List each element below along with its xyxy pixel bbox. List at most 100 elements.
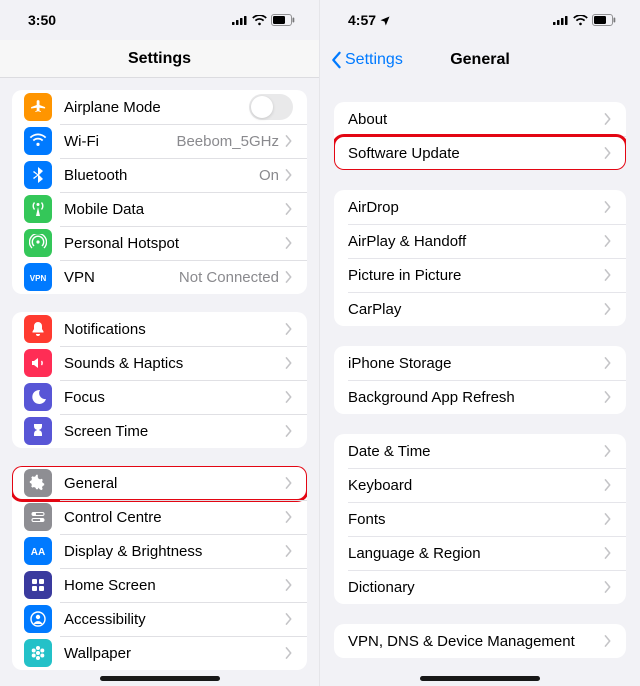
cellular-icon [232, 15, 248, 25]
row-label: Screen Time [64, 423, 285, 440]
row-label: Bluetooth [64, 167, 259, 184]
row-label: Focus [64, 389, 285, 406]
chevron-right-icon [285, 477, 293, 489]
chevron-right-icon [285, 237, 293, 249]
settings-row-vpn[interactable]: VPNVPNNot Connected [12, 260, 307, 294]
chevron-right-icon [604, 303, 612, 315]
status-indicators [553, 14, 616, 26]
row-label: Personal Hotspot [64, 235, 285, 252]
home-indicator[interactable] [420, 676, 540, 681]
row-value: Beebom_5GHz [176, 133, 279, 150]
row-label: Control Centre [64, 509, 285, 526]
home-indicator[interactable] [100, 676, 220, 681]
chevron-right-icon [285, 135, 293, 147]
chevron-right-icon [285, 545, 293, 557]
settings-row-iphone-storage[interactable]: iPhone Storage [334, 346, 626, 380]
settings-row-general[interactable]: General [12, 466, 307, 500]
settings-row-language-region[interactable]: Language & Region [334, 536, 626, 570]
settings-row-accessibility[interactable]: Accessibility [12, 602, 307, 636]
settings-row-sounds-haptics[interactable]: Sounds & Haptics [12, 346, 307, 380]
chevron-right-icon [604, 113, 612, 125]
chevron-right-icon [604, 201, 612, 213]
row-label: Home Screen [64, 577, 285, 594]
settings-row-airplane-mode[interactable]: Airplane Mode [12, 90, 307, 124]
airplane-icon [24, 93, 52, 121]
settings-row-wi-fi[interactable]: Wi-FiBeebom_5GHz [12, 124, 307, 158]
chevron-right-icon [604, 391, 612, 403]
row-label: AirPlay & Handoff [348, 233, 604, 250]
chevron-right-icon [604, 147, 612, 159]
settings-row-personal-hotspot[interactable]: Personal Hotspot [12, 226, 307, 260]
settings-row-home-screen[interactable]: Home Screen [12, 568, 307, 602]
location-icon [380, 16, 390, 26]
svg-text:AA: AA [31, 547, 45, 558]
nav-header: Settings [0, 40, 319, 78]
settings-row-display-brightness[interactable]: AA Display & Brightness [12, 534, 307, 568]
settings-row-fonts[interactable]: Fonts [334, 502, 626, 536]
chevron-right-icon [604, 445, 612, 457]
settings-group: Date & Time Keyboard Fonts Language & Regio… [334, 434, 626, 604]
row-label: Sounds & Haptics [64, 355, 285, 372]
row-label: Accessibility [64, 611, 285, 628]
status-bar: 3:50 [0, 0, 319, 40]
row-label: Fonts [348, 511, 604, 528]
general-list[interactable]: About Software Update AirDrop AirPlay & Han… [320, 80, 640, 686]
settings-row-screen-time[interactable]: Screen Time [12, 414, 307, 448]
settings-row-bluetooth[interactable]: BluetoothOn [12, 158, 307, 192]
settings-row-notifications[interactable]: Notifications [12, 312, 307, 346]
chevron-right-icon [604, 547, 612, 559]
chevron-right-icon [285, 323, 293, 335]
settings-row-date-time[interactable]: Date & Time [334, 434, 626, 468]
settings-row-picture-in-picture[interactable]: Picture in Picture [334, 258, 626, 292]
cellular-icon [553, 15, 569, 25]
row-label: Language & Region [348, 545, 604, 562]
settings-row-dictionary[interactable]: Dictionary [334, 570, 626, 604]
settings-row-mobile-data[interactable]: Mobile Data [12, 192, 307, 226]
settings-group: AirDrop AirPlay & Handoff Picture in Pictu… [334, 190, 626, 326]
back-label: Settings [345, 51, 403, 69]
vpn-icon: VPN [24, 263, 52, 291]
row-label: Background App Refresh [348, 389, 604, 406]
chevron-right-icon [604, 635, 612, 647]
settings-row-control-centre[interactable]: Control Centre [12, 500, 307, 534]
settings-row-focus[interactable]: Focus [12, 380, 307, 414]
row-label: Display & Brightness [64, 543, 285, 560]
settings-row-keyboard[interactable]: Keyboard [334, 468, 626, 502]
chevron-right-icon [285, 511, 293, 523]
status-indicators [232, 14, 295, 26]
row-label: Wi-Fi [64, 133, 176, 150]
back-button[interactable]: Settings [330, 51, 403, 69]
bluetooth-icon [24, 161, 52, 189]
settings-row-background-app-refresh[interactable]: Background App Refresh [334, 380, 626, 414]
settings-row-software-update[interactable]: Software Update [334, 136, 626, 170]
flower-icon [24, 639, 52, 667]
settings-row-carplay[interactable]: CarPlay [334, 292, 626, 326]
toggle-switch[interactable] [249, 94, 293, 120]
chevron-right-icon [604, 269, 612, 281]
settings-group: VPN, DNS & Device Management [334, 624, 626, 658]
chevron-right-icon [285, 647, 293, 659]
general-screen: 4:57 Settings General AboutSoftware Upda… [320, 0, 640, 686]
settings-row-airdrop[interactable]: AirDrop [334, 190, 626, 224]
row-value: On [259, 167, 279, 184]
chevron-right-icon [604, 479, 612, 491]
svg-text:VPN: VPN [30, 274, 47, 283]
row-label: Wallpaper [64, 645, 285, 662]
row-label: Software Update [348, 145, 604, 162]
settings-group: General Control Centre AA Display & Brightn… [12, 466, 307, 670]
aa-icon: AA [24, 537, 52, 565]
settings-row-wallpaper[interactable]: Wallpaper [12, 636, 307, 670]
chevron-right-icon [604, 357, 612, 369]
settings-group: About Software Update [334, 102, 626, 170]
settings-row-about[interactable]: About [334, 102, 626, 136]
battery-icon [271, 14, 295, 26]
settings-row-airplay-handoff[interactable]: AirPlay & Handoff [334, 224, 626, 258]
hourglass-icon [24, 417, 52, 445]
chevron-right-icon [604, 235, 612, 247]
row-label: Mobile Data [64, 201, 285, 218]
status-time: 4:57 [348, 12, 390, 28]
row-label: Keyboard [348, 477, 604, 494]
row-label: Picture in Picture [348, 267, 604, 284]
settings-list[interactable]: Airplane ModeWi-FiBeebom_5GHzBluetoothOn… [0, 78, 319, 686]
settings-row-vpn-dns-device-management[interactable]: VPN, DNS & Device Management [334, 624, 626, 658]
